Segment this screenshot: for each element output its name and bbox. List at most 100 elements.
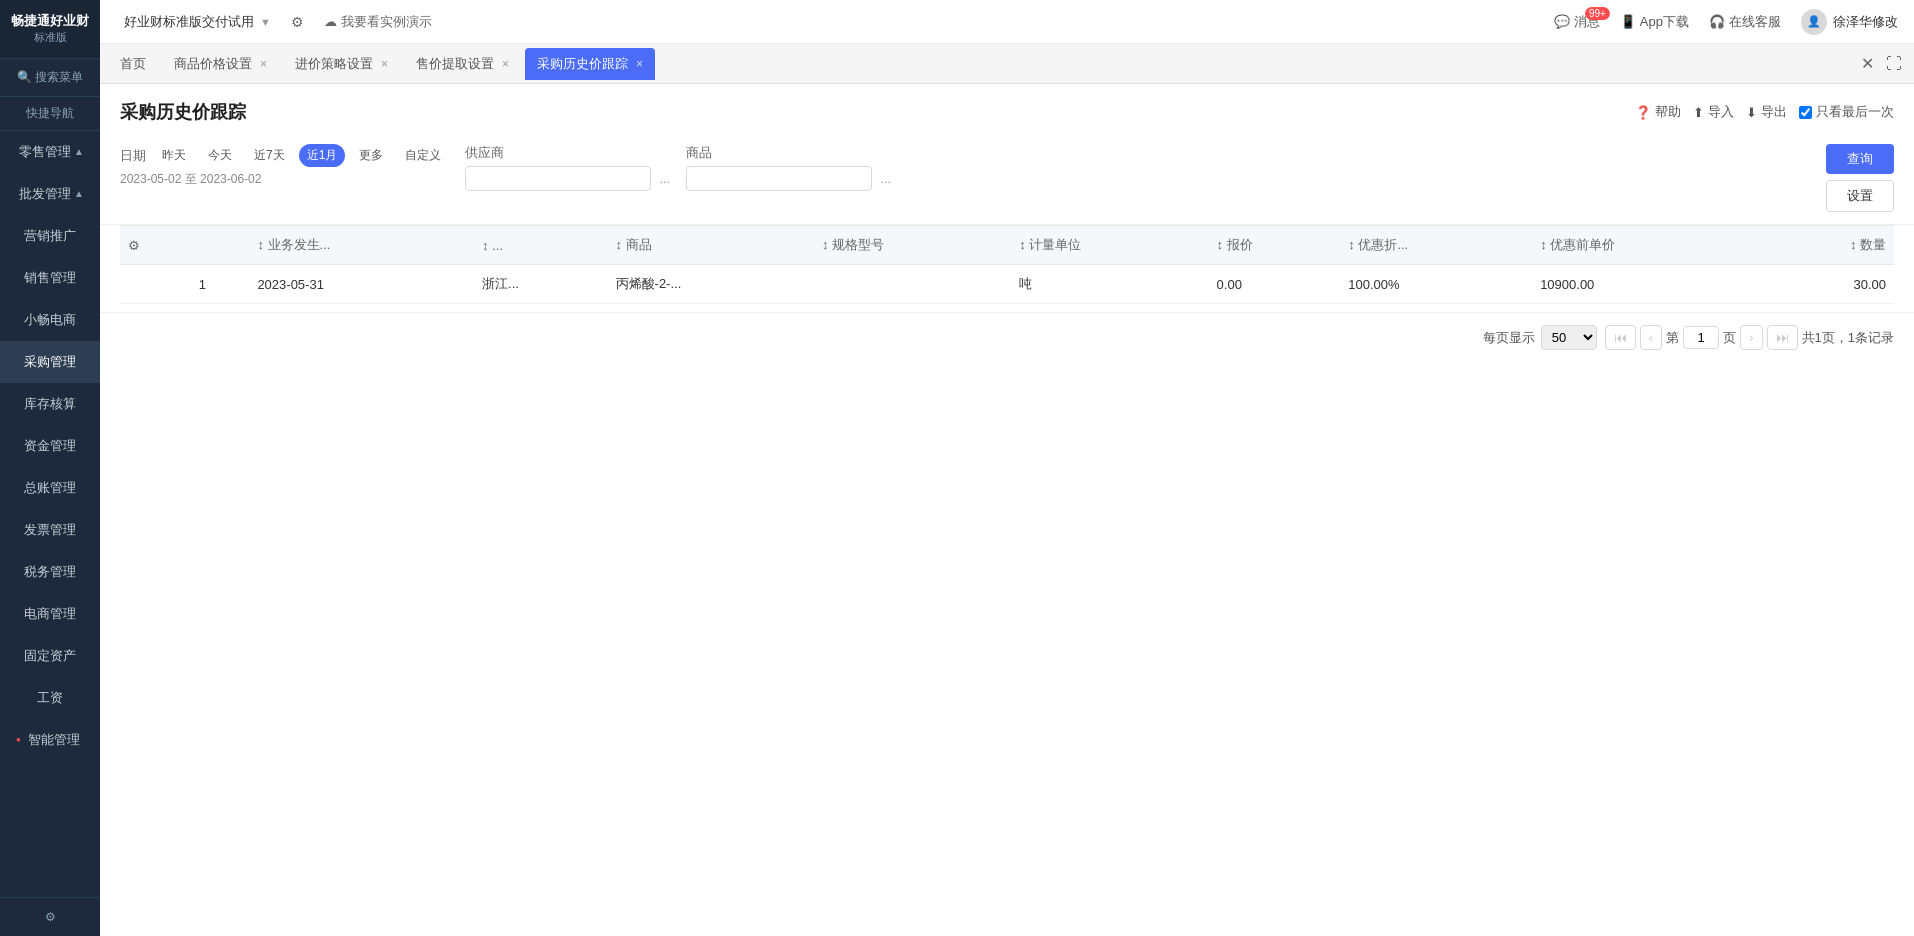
sidebar-item-ecommerce[interactable]: 电商管理: [0, 593, 100, 635]
th-index: [191, 226, 250, 265]
tab-sale-strategy-close[interactable]: ×: [502, 57, 509, 71]
date-options: 昨天 今天 近7天 近1月 更多 自定义: [154, 144, 449, 167]
th-biz-date[interactable]: ↕ 业务发生...: [249, 226, 474, 265]
th-more[interactable]: ↕ ...: [474, 226, 607, 265]
sidebar-item-fixed-assets[interactable]: 固定资产: [0, 635, 100, 677]
date-1month-btn[interactable]: 近1月: [299, 144, 346, 167]
page-first-button[interactable]: ⏮: [1605, 325, 1636, 350]
sidebar-item-ecommerce-small[interactable]: 小畅电商: [0, 299, 100, 341]
product-input[interactable]: [695, 171, 863, 186]
page-unit: 页: [1723, 329, 1736, 347]
sidebar-item-finance[interactable]: 资金管理: [0, 425, 100, 467]
date-more-btn[interactable]: 更多: [351, 144, 391, 167]
sidebar-item-purchase[interactable]: 采购管理: [0, 341, 100, 383]
tab-price-settings[interactable]: 商品价格设置 ×: [162, 48, 279, 80]
th-product[interactable]: ↕ 商品: [608, 226, 814, 265]
messages-button[interactable]: 💬 消息 99+: [1554, 13, 1600, 31]
topbar: 好业财标准版交付试用 ▼ ⚙ ☁ 我要看实例演示 💬 消息 99+ 📱 App下…: [100, 0, 1914, 44]
supplier-more-btn[interactable]: ...: [659, 171, 670, 186]
page-next-button[interactable]: ›: [1740, 325, 1762, 350]
import-button[interactable]: ⬆ 导入: [1693, 103, 1734, 121]
th-unit-price[interactable]: ↕ 优惠前单价: [1532, 226, 1762, 265]
date-range-display: 2023-05-02 至 2023-06-02: [120, 171, 449, 188]
demo-icon: ☁: [324, 14, 337, 29]
sort-icon: ↕: [1217, 237, 1224, 252]
tab-purchase-history[interactable]: 采购历史价跟踪 ×: [525, 48, 655, 80]
th-price[interactable]: ↕ 报价: [1209, 226, 1341, 265]
sidebar-item-smart[interactable]: ● 智能管理: [0, 719, 100, 761]
sidebar-item-tax[interactable]: 税务管理: [0, 551, 100, 593]
cell-spec: [814, 265, 1011, 304]
sidebar-item-sales[interactable]: 销售管理: [0, 257, 100, 299]
th-gear[interactable]: ⚙: [120, 226, 191, 265]
user-profile[interactable]: 👤 徐泽华修改: [1801, 9, 1898, 35]
product-more-btn[interactable]: ...: [880, 171, 891, 186]
date-filter-group: 日期 昨天 今天 近7天 近1月 更多 自定义 2023-05-02 至 202…: [120, 144, 449, 188]
sidebar-item-inventory[interactable]: 库存核算: [0, 383, 100, 425]
tab-purchase-history-label: 采购历史价跟踪: [537, 55, 628, 73]
cell-price: 0.00: [1209, 265, 1341, 304]
data-table: ⚙ ↕ 业务发生... ↕ ... ↕ 商品: [120, 225, 1894, 304]
tab-purchase-history-close[interactable]: ×: [636, 57, 643, 71]
date-yesterday-btn[interactable]: 昨天: [154, 144, 194, 167]
app-logo: 畅捷通好业财 标准版: [0, 0, 100, 59]
date-label: 日期: [120, 147, 146, 165]
sort-icon: ↕: [1850, 237, 1857, 252]
message-icon: 💬: [1554, 14, 1570, 29]
help-button[interactable]: ❓ 帮助: [1635, 103, 1681, 121]
th-discount[interactable]: ↕ 优惠折...: [1340, 226, 1532, 265]
page-last-button[interactable]: ⏭: [1767, 325, 1798, 350]
tab-expand-icon[interactable]: ⛶: [1882, 51, 1906, 77]
supplier-label: 供应商: [465, 144, 670, 162]
sidebar-search[interactable]: 🔍 搜索菜单: [0, 59, 100, 97]
sidebar-item-payroll[interactable]: 工资: [0, 677, 100, 719]
tab-close-window-icon[interactable]: ✕: [1857, 50, 1878, 77]
mobile-icon: 📱: [1620, 14, 1636, 29]
tab-price-settings-close[interactable]: ×: [260, 57, 267, 71]
sidebar-item-marketing[interactable]: 营销推广: [0, 215, 100, 257]
supplier-filter-row: ...: [465, 166, 670, 191]
cell-biz-date: 2023-05-31: [249, 265, 474, 304]
sidebar-item-wholesale[interactable]: 批发管理 ▲: [0, 173, 100, 215]
sort-icon: ↕: [1019, 237, 1026, 252]
per-page-selector: 每页显示 50 100 200: [1483, 325, 1597, 350]
only-last-checkbox[interactable]: [1799, 106, 1812, 119]
demo-link[interactable]: ☁ 我要看实例演示: [324, 13, 432, 31]
online-service-button[interactable]: 🎧 在线客服: [1709, 13, 1781, 31]
date-today-btn[interactable]: 今天: [200, 144, 240, 167]
cell-index: 1: [191, 265, 250, 304]
sidebar-item-invoice[interactable]: 发票管理: [0, 509, 100, 551]
supplier-input[interactable]: [474, 171, 642, 186]
date-7days-btn[interactable]: 近7天: [246, 144, 293, 167]
query-button[interactable]: 查询: [1826, 144, 1894, 174]
app-download-button[interactable]: 📱 App下载: [1620, 13, 1689, 31]
export-button[interactable]: ⬇ 导出: [1746, 103, 1787, 121]
date-custom-btn[interactable]: 自定义: [397, 144, 449, 167]
tab-purchase-strategy-close[interactable]: ×: [381, 57, 388, 71]
product-selector[interactable]: 好业财标准版交付试用 ▼: [116, 9, 279, 35]
tab-purchase-strategy[interactable]: 进价策略设置 ×: [283, 48, 400, 80]
th-spec[interactable]: ↕ 规格型号: [814, 226, 1011, 265]
page-label: 第: [1666, 329, 1679, 347]
page-prev-button[interactable]: ‹: [1640, 325, 1662, 350]
th-quantity[interactable]: ↕ 数量: [1762, 226, 1894, 265]
table-wrap: ⚙ ↕ 业务发生... ↕ ... ↕ 商品: [100, 225, 1914, 304]
th-unit[interactable]: ↕ 计量单位: [1011, 226, 1208, 265]
topbar-gear-icon[interactable]: ⚙: [291, 14, 304, 30]
sort-icon: ↕: [616, 237, 623, 252]
sidebar-item-ledger[interactable]: 总账管理: [0, 467, 100, 509]
tab-sale-strategy[interactable]: 售价提取设置 ×: [404, 48, 521, 80]
selector-text: 好业财标准版交付试用: [124, 13, 254, 31]
tab-home[interactable]: 首页: [108, 48, 158, 80]
sidebar-settings[interactable]: ⚙: [0, 897, 100, 936]
sidebar-item-retail[interactable]: 零售管理 ▲: [0, 131, 100, 173]
sidebar-quick-nav[interactable]: 快捷导航: [0, 97, 100, 131]
product-filter-group: 商品 ...: [686, 144, 891, 191]
gear-icon: ⚙: [45, 910, 56, 924]
message-badge: 99+: [1585, 7, 1610, 20]
settings-button[interactable]: 设置: [1826, 180, 1894, 212]
per-page-select[interactable]: 50 100 200: [1541, 325, 1597, 350]
tab-price-settings-label: 商品价格设置: [174, 55, 252, 73]
pagination: 每页显示 50 100 200 ⏮ ‹ 第 页 › ⏭ 共1页，1条记录: [100, 312, 1914, 362]
page-number-input[interactable]: [1683, 326, 1719, 349]
